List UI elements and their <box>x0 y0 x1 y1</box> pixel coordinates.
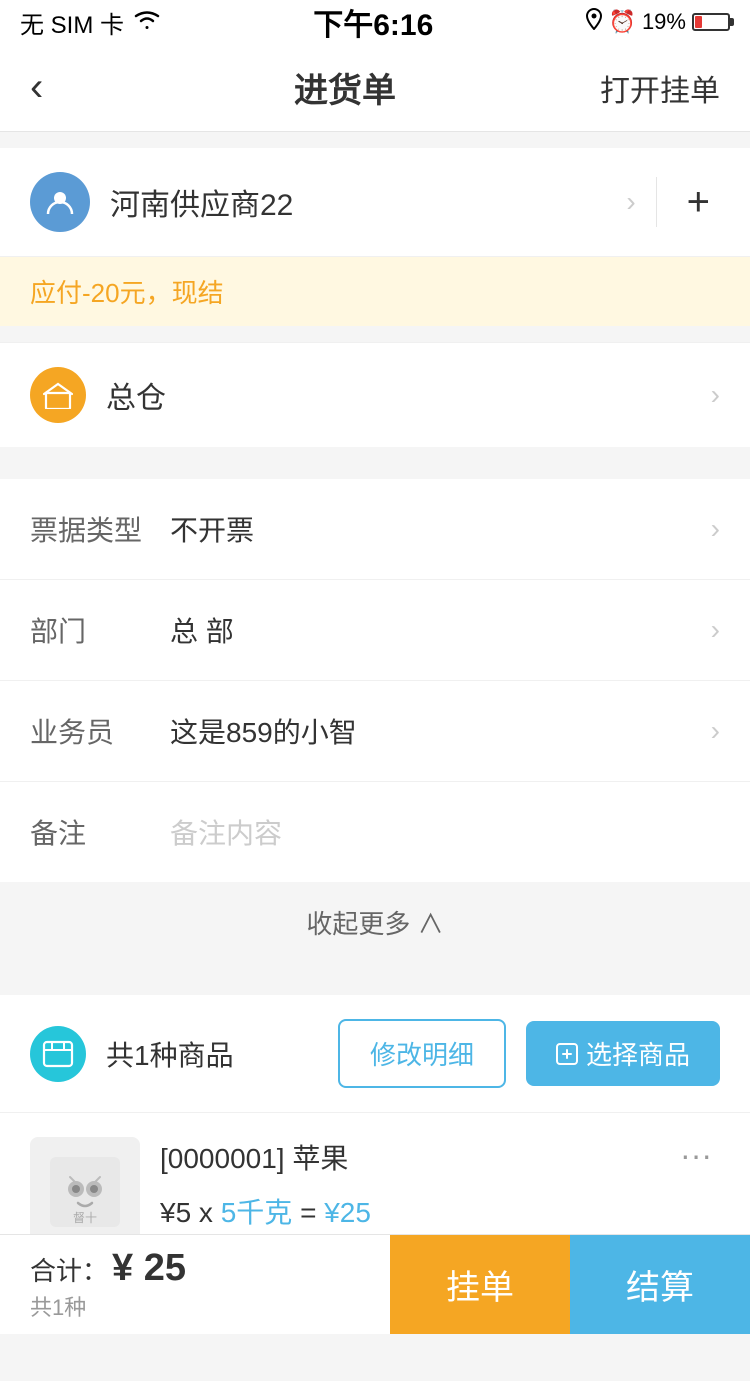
checkout-button[interactable]: 结算 <box>570 1235 750 1334</box>
invoice-value: 不开票 <box>150 509 711 549</box>
open-pending-button[interactable]: 打开挂单 <box>600 66 720 110</box>
gap-1 <box>0 132 750 148</box>
status-bar: 无 SIM 卡 下午6:16 ⏰ 19% <box>0 0 750 44</box>
select-product-label: 选择商品 <box>586 1035 690 1072</box>
gap-4 <box>0 963 750 979</box>
total-amount: ¥ 25 <box>112 1247 186 1290</box>
total-sub: 共1种 <box>30 1290 360 1322</box>
wifi-icon <box>132 8 162 37</box>
bottom-bar: 合计： ¥ 25 共1种 挂单 结算 <box>0 1234 750 1334</box>
warehouse-icon <box>30 367 86 423</box>
collapse-label: 收起更多 ∧ <box>306 909 443 939</box>
more-button[interactable]: ··· <box>672 1137 720 1174</box>
collapse-button[interactable]: 收起更多 ∧ <box>0 882 750 963</box>
salesperson-label: 业务员 <box>30 711 150 751</box>
products-count: 共1种商品 <box>106 1034 318 1074</box>
department-chevron-icon: › <box>711 614 720 646</box>
product-name: [0000001] 苹果 <box>160 1137 672 1177</box>
warehouse-name: 总仓 <box>106 373 711 417</box>
department-label: 部门 <box>30 610 150 650</box>
total-price: ¥25 <box>324 1197 371 1228</box>
quantity: 5千克 <box>221 1197 293 1228</box>
department-value: 总 部 <box>150 610 711 650</box>
supplier-name: 河南供应商22 <box>110 180 626 224</box>
total-section: 合计： ¥ 25 共1种 <box>0 1235 390 1334</box>
remark-input[interactable]: 备注内容 <box>150 812 720 852</box>
remark-row[interactable]: 备注 备注内容 <box>0 782 750 882</box>
invoice-label: 票据类型 <box>30 509 150 549</box>
product-thumbnail: 督十 <box>30 1137 140 1247</box>
invoice-chevron-icon: › <box>711 513 720 545</box>
status-right: ⏰ 19% <box>585 8 730 36</box>
page-title: 进货单 <box>294 63 396 112</box>
product-price: ¥5 x 5千克 = ¥25 <box>160 1191 672 1231</box>
add-button[interactable]: + <box>677 180 720 225</box>
gap-3 <box>0 447 750 463</box>
products-header: 共1种商品 修改明细 选择商品 <box>0 995 750 1113</box>
supplier-avatar <box>30 172 90 232</box>
product-title: 苹果 <box>292 1143 348 1174</box>
supplier-row[interactable]: 河南供应商22 › + <box>0 148 750 257</box>
edit-detail-button[interactable]: 修改明细 <box>338 1019 506 1088</box>
salesperson-value: 这是859的小智 <box>150 711 711 751</box>
location-icon <box>585 8 603 36</box>
gap-2 <box>0 326 750 342</box>
unit-price: ¥5 x <box>160 1197 221 1228</box>
supplier-section: 河南供应商22 › + 应付-20元，现结 <box>0 148 750 326</box>
products-icon <box>30 1026 86 1082</box>
warehouse-section: 总仓 › <box>0 342 750 447</box>
battery-icon <box>692 13 730 31</box>
battery-percent: 19% <box>642 9 686 35</box>
carrier-label: 无 SIM 卡 <box>20 5 124 40</box>
product-info: [0000001] 苹果 ¥5 x 5千克 = ¥25 <box>160 1137 672 1231</box>
supplier-chevron-icon: › <box>626 186 635 218</box>
notice-bar: 应付-20元，现结 <box>0 257 750 326</box>
back-button[interactable]: ‹ <box>30 65 90 110</box>
salesperson-chevron-icon: › <box>711 715 720 747</box>
warehouse-row[interactable]: 总仓 › <box>0 342 750 447</box>
svg-text:督十: 督十 <box>73 1210 97 1225</box>
divider <box>656 177 657 227</box>
department-row[interactable]: 部门 总 部 › <box>0 580 750 681</box>
products-section: 共1种商品 修改明细 选择商品 督十 <box>0 995 750 1271</box>
equals: = <box>300 1197 324 1228</box>
form-section: 票据类型 不开票 › 部门 总 部 › 业务员 这是859的小智 › 备注 备注… <box>0 479 750 882</box>
total-label: 合计： <box>30 1251 108 1288</box>
salesperson-row[interactable]: 业务员 这是859的小智 › <box>0 681 750 782</box>
status-left: 无 SIM 卡 <box>20 5 162 40</box>
time-display: 下午6:16 <box>313 0 433 44</box>
alarm-icon: ⏰ <box>609 9 636 35</box>
invoice-row[interactable]: 票据类型 不开票 › <box>0 479 750 580</box>
notice-text: 应付-20元，现结 <box>30 278 224 308</box>
product-code: [0000001] <box>160 1143 292 1174</box>
nav-bar: ‹ 进货单 打开挂单 <box>0 44 750 132</box>
hang-button[interactable]: 挂单 <box>390 1235 570 1334</box>
select-product-button[interactable]: 选择商品 <box>526 1021 720 1086</box>
warehouse-chevron-icon: › <box>711 379 720 411</box>
remark-label: 备注 <box>30 812 150 852</box>
